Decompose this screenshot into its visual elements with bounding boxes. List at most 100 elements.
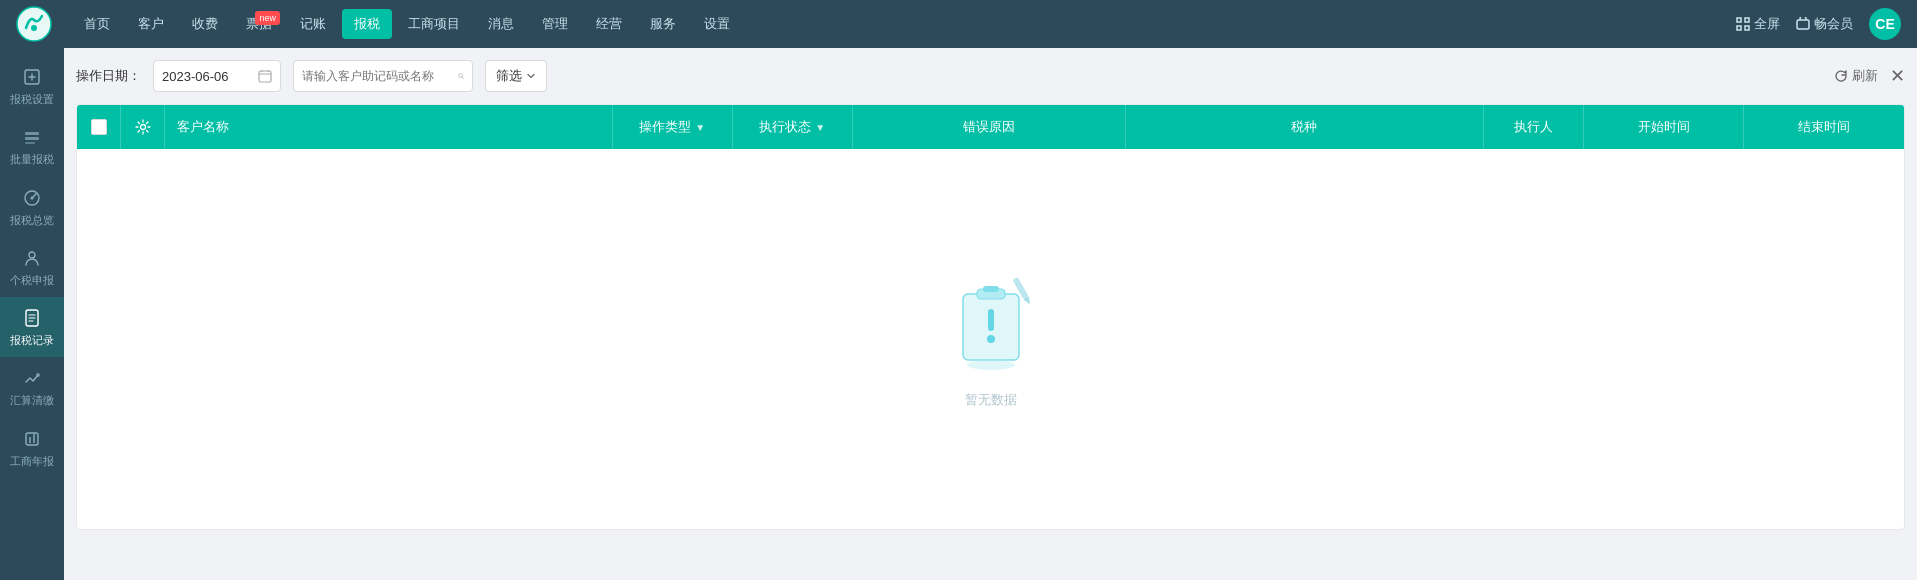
th-start-time: 开始时间: [1584, 105, 1744, 149]
top-navigation: 首页客户收费票据new记账报税工商项目消息管理经营服务设置 全屏 畅会员 CE: [0, 0, 1917, 48]
svg-point-0: [17, 7, 51, 41]
nav-right-actions: 全屏 畅会员 CE: [1736, 8, 1901, 40]
filter-button[interactable]: 筛选: [485, 60, 547, 92]
svg-point-12: [31, 196, 34, 199]
sidebar-item-5[interactable]: 汇算清缴: [0, 357, 64, 417]
svg-rect-2: [1737, 18, 1741, 22]
main-content: 操作日期： 筛选: [64, 48, 1917, 580]
select-all-checkbox[interactable]: [91, 119, 107, 135]
settlement-icon: [21, 367, 43, 389]
tax-overview-icon: [21, 187, 43, 209]
svg-rect-17: [259, 71, 271, 82]
svg-rect-16: [26, 433, 38, 445]
date-input-wrapper[interactable]: [153, 60, 281, 92]
svg-rect-10: [25, 142, 35, 144]
nav-badge-3: new: [255, 11, 280, 25]
tax-record-icon: [21, 307, 43, 329]
sidebar-item-1[interactable]: 批量报税: [0, 116, 64, 176]
refresh-button[interactable]: 刷新: [1834, 67, 1878, 85]
nav-item-4[interactable]: 记账: [288, 9, 338, 39]
table-body: 暂无数据: [77, 149, 1904, 529]
fullscreen-button[interactable]: 全屏: [1736, 15, 1780, 33]
member-button[interactable]: 畅会员: [1796, 15, 1853, 33]
th-executor: 执行人: [1484, 105, 1584, 149]
sidebar-item-label-4: 报税记录: [10, 333, 54, 347]
nav-item-0[interactable]: 首页: [72, 9, 122, 39]
refresh-icon: [1834, 69, 1848, 83]
search-icon: [458, 69, 464, 83]
search-wrapper[interactable]: [293, 60, 473, 92]
nav-item-2[interactable]: 收费: [180, 9, 230, 39]
refresh-label: 刷新: [1852, 67, 1878, 85]
personal-tax-icon: [21, 247, 43, 269]
annual-report-icon: [21, 428, 43, 450]
sidebar-item-4[interactable]: 报税记录: [0, 297, 64, 357]
sidebar-item-2[interactable]: 报税总览: [0, 177, 64, 237]
th-checkbox[interactable]: [77, 105, 121, 149]
sidebar: 报税设置批量报税报税总览个税申报报税记录汇算清缴工商年报: [0, 48, 64, 580]
filter-label: 筛选: [496, 67, 522, 85]
main-layout: 报税设置批量报税报税总览个税申报报税记录汇算清缴工商年报 操作日期：: [0, 48, 1917, 580]
sidebar-item-0[interactable]: 报税设置: [0, 56, 64, 116]
nav-item-10[interactable]: 服务: [638, 9, 688, 39]
sort-icon-status: ▼: [815, 122, 825, 133]
nav-item-9[interactable]: 经营: [584, 9, 634, 39]
svg-rect-24: [983, 286, 999, 292]
svg-point-27: [967, 360, 1015, 370]
svg-rect-5: [1745, 26, 1749, 30]
svg-point-15: [36, 373, 40, 377]
member-label: 畅会员: [1814, 15, 1853, 33]
svg-rect-4: [1737, 26, 1741, 30]
th-client-name: 客户名称: [165, 105, 613, 149]
svg-point-26: [987, 335, 995, 343]
th-tax-type: 税种: [1126, 105, 1484, 149]
calendar-icon: [258, 69, 272, 83]
nav-item-1[interactable]: 客户: [126, 9, 176, 39]
empty-text: 暂无数据: [965, 391, 1017, 409]
th-status[interactable]: 执行状态 ▼: [733, 105, 853, 149]
nav-item-7[interactable]: 消息: [476, 9, 526, 39]
nav-item-5[interactable]: 报税: [342, 9, 392, 39]
sidebar-item-3[interactable]: 个税申报: [0, 237, 64, 297]
sidebar-item-6[interactable]: 工商年报: [0, 418, 64, 478]
sidebar-item-label-3: 个税申报: [10, 273, 54, 287]
svg-rect-9: [25, 137, 39, 140]
data-table: 客户名称 操作类型 ▼ 执行状态 ▼ 错误原因 税种 执行人: [76, 104, 1905, 530]
th-end-time: 结束时间: [1744, 105, 1904, 149]
svg-point-13: [29, 252, 35, 258]
search-input[interactable]: [302, 69, 452, 83]
fullscreen-label: 全屏: [1754, 15, 1780, 33]
sidebar-item-label-5: 汇算清缴: [10, 393, 54, 407]
th-error-reason: 错误原因: [853, 105, 1126, 149]
nav-item-6[interactable]: 工商项目: [396, 9, 472, 39]
close-button[interactable]: ✕: [1890, 67, 1905, 85]
table-header: 客户名称 操作类型 ▼ 执行状态 ▼ 错误原因 税种 执行人: [77, 105, 1904, 149]
nav-item-3[interactable]: 票据new: [234, 9, 284, 39]
th-op-type[interactable]: 操作类型 ▼: [613, 105, 733, 149]
sidebar-item-label-6: 工商年报: [10, 454, 54, 468]
toolbar: 操作日期： 筛选: [76, 60, 1905, 92]
nav-item-11[interactable]: 设置: [692, 9, 742, 39]
date-label: 操作日期：: [76, 67, 141, 85]
tax-settings-icon: [21, 66, 43, 88]
chevron-down-icon: [526, 71, 536, 81]
empty-state-illustration: [941, 269, 1041, 379]
svg-rect-6: [1797, 20, 1809, 29]
empty-illustration: [941, 269, 1041, 379]
date-input[interactable]: [162, 69, 252, 84]
sidebar-item-label-2: 报税总览: [10, 213, 54, 227]
sidebar-item-label-0: 报税设置: [10, 92, 54, 106]
svg-point-1: [31, 25, 37, 31]
batch-tax-icon: [21, 126, 43, 148]
sidebar-item-label-1: 批量报税: [10, 152, 54, 166]
svg-rect-3: [1745, 18, 1749, 22]
sort-icon-op-type: ▼: [695, 122, 705, 133]
gear-icon: [135, 119, 151, 135]
avatar[interactable]: CE: [1869, 8, 1901, 40]
svg-point-19: [140, 125, 145, 130]
svg-rect-8: [25, 132, 39, 135]
th-gear[interactable]: [121, 105, 165, 149]
toolbar-right: 刷新 ✕: [1834, 67, 1905, 85]
nav-item-8[interactable]: 管理: [530, 9, 580, 39]
app-logo[interactable]: [16, 6, 52, 42]
